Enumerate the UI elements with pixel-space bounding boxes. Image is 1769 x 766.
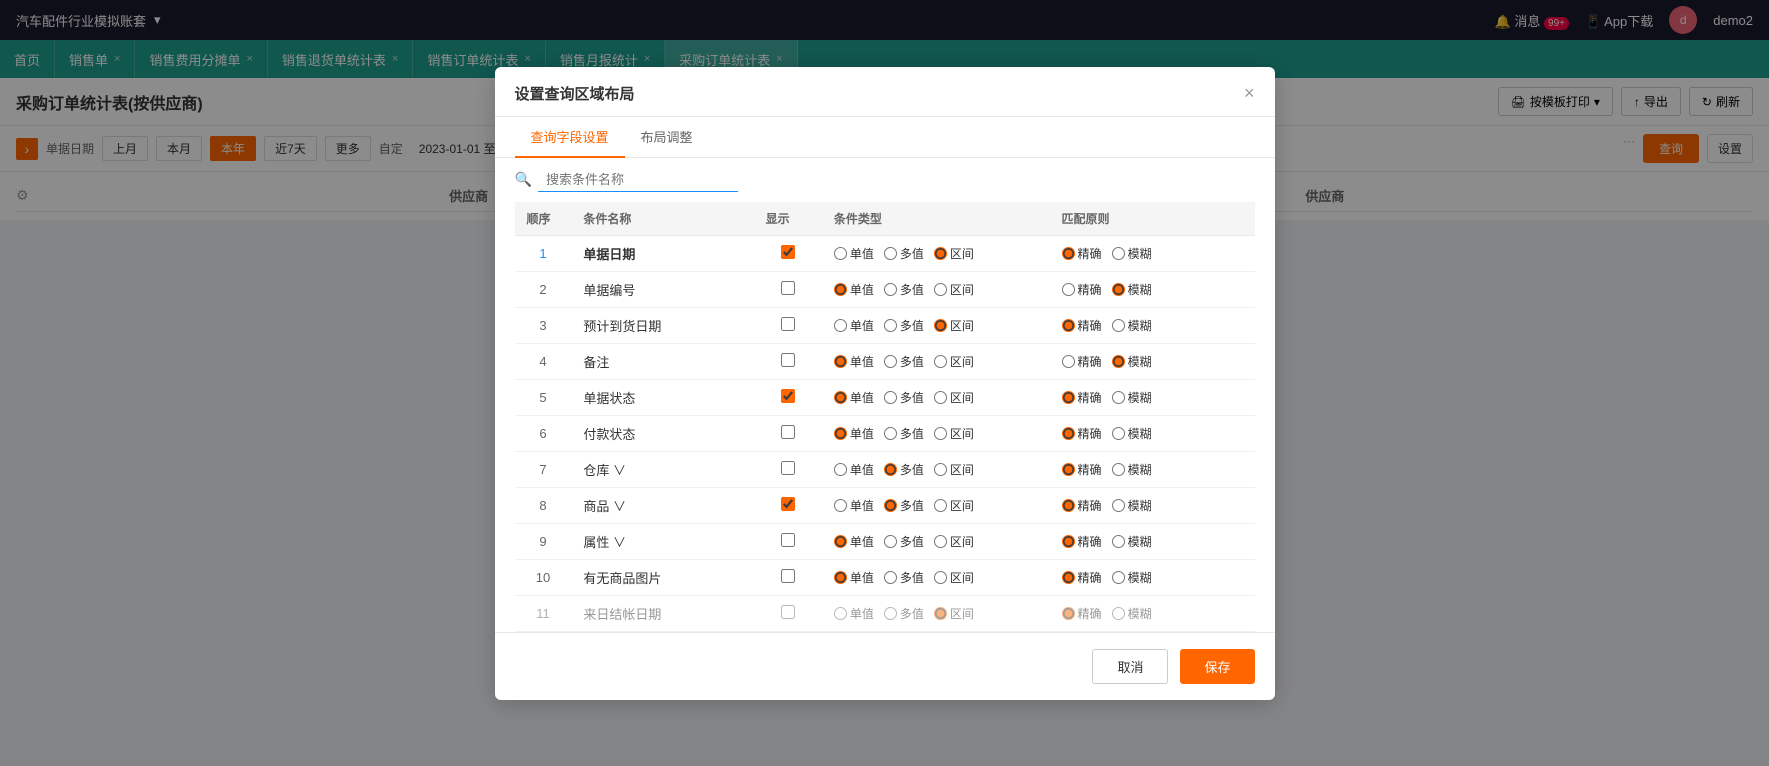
row-type-radios[interactable]: 单值多值区间 xyxy=(822,559,1050,595)
row-name: 单据日期 xyxy=(571,235,753,271)
search-box: 🔍 xyxy=(495,158,1275,202)
modal-table: 顺序 条件名称 显示 条件类型 匹配原则 1单据日期单值多值区间精确模糊2单据编… xyxy=(495,202,1275,632)
save-button[interactable]: 保存 xyxy=(1180,649,1254,684)
row-index: 11 xyxy=(515,595,572,631)
cancel-button[interactable]: 取消 xyxy=(1092,649,1168,684)
row-index: 3 xyxy=(515,307,572,343)
row-name: 属性 ∨ xyxy=(571,523,753,559)
row-index: 5 xyxy=(515,379,572,415)
row-type-radios[interactable]: 单值多值区间 xyxy=(822,415,1050,451)
row-match-radios[interactable]: 精确模糊 xyxy=(1050,451,1255,487)
th-type: 条件类型 xyxy=(822,202,1050,236)
row-match-radios[interactable]: 精确模糊 xyxy=(1050,307,1255,343)
row-index: 10 xyxy=(515,559,572,595)
row-type-radios[interactable]: 单值多值区间 xyxy=(822,379,1050,415)
modal-overlay: 设置查询区域布局 × 查询字段设置 布局调整 🔍 顺序 条件名称 xyxy=(0,0,1769,766)
row-type-radios[interactable]: 单值多值区间 xyxy=(822,451,1050,487)
modal-close-button[interactable]: × xyxy=(1244,84,1255,102)
row-match-radios[interactable]: 精确模糊 xyxy=(1050,235,1255,271)
row-show-checkbox[interactable] xyxy=(754,595,822,631)
row-match-radios[interactable]: 精确模糊 xyxy=(1050,523,1255,559)
row-show-checkbox[interactable] xyxy=(754,343,822,379)
search-icon: 🔍 xyxy=(515,171,532,188)
row-show-checkbox[interactable] xyxy=(754,487,822,523)
modal-tabs: 查询字段设置 布局调整 xyxy=(495,117,1275,158)
row-type-radios[interactable]: 单值多值区间 xyxy=(822,487,1050,523)
row-match-radios[interactable]: 精确模糊 xyxy=(1050,487,1255,523)
row-show-checkbox[interactable] xyxy=(754,559,822,595)
row-show-checkbox[interactable] xyxy=(754,451,822,487)
row-match-radios[interactable]: 精确模糊 xyxy=(1050,595,1255,631)
row-show-checkbox[interactable] xyxy=(754,415,822,451)
row-name: 付款状态 xyxy=(571,415,753,451)
row-show-checkbox[interactable] xyxy=(754,235,822,271)
row-index: 9 xyxy=(515,523,572,559)
modal-dialog: 设置查询区域布局 × 查询字段设置 布局调整 🔍 顺序 条件名称 xyxy=(495,67,1275,700)
th-name: 条件名称 xyxy=(571,202,753,236)
row-index: 6 xyxy=(515,415,572,451)
search-input[interactable] xyxy=(538,168,738,192)
modal-title: 设置查询区域布局 xyxy=(515,83,635,104)
row-type-radios[interactable]: 单值多值区间 xyxy=(822,343,1050,379)
row-name: 仓库 ∨ xyxy=(571,451,753,487)
row-match-radios[interactable]: 精确模糊 xyxy=(1050,343,1255,379)
row-type-radios[interactable]: 单值多值区间 xyxy=(822,271,1050,307)
modal-tab-layout[interactable]: 布局调整 xyxy=(625,117,709,158)
row-match-radios[interactable]: 精确模糊 xyxy=(1050,271,1255,307)
row-name: 单据状态 xyxy=(571,379,753,415)
modal-tab-fields[interactable]: 查询字段设置 xyxy=(515,117,625,158)
th-order: 顺序 xyxy=(515,202,572,236)
row-show-checkbox[interactable] xyxy=(754,523,822,559)
modal-footer: 取消 保存 xyxy=(495,632,1275,700)
modal-header: 设置查询区域布局 × xyxy=(495,67,1275,117)
row-match-radios[interactable]: 精确模糊 xyxy=(1050,379,1255,415)
row-name: 备注 xyxy=(571,343,753,379)
row-match-radios[interactable]: 精确模糊 xyxy=(1050,415,1255,451)
row-name: 预计到货日期 xyxy=(571,307,753,343)
row-type-radios[interactable]: 单值多值区间 xyxy=(822,235,1050,271)
row-name: 来日结帐日期 xyxy=(571,595,753,631)
th-match: 匹配原则 xyxy=(1050,202,1255,236)
row-show-checkbox[interactable] xyxy=(754,271,822,307)
row-show-checkbox[interactable] xyxy=(754,307,822,343)
row-match-radios[interactable]: 精确模糊 xyxy=(1050,559,1255,595)
row-name: 有无商品图片 xyxy=(571,559,753,595)
row-name: 单据编号 xyxy=(571,271,753,307)
row-index: 2 xyxy=(515,271,572,307)
row-index: 4 xyxy=(515,343,572,379)
row-name: 商品 ∨ xyxy=(571,487,753,523)
row-index: 8 xyxy=(515,487,572,523)
row-index: 7 xyxy=(515,451,572,487)
th-show: 显示 xyxy=(754,202,822,236)
row-index: 1 xyxy=(515,235,572,271)
row-type-radios[interactable]: 单值多值区间 xyxy=(822,523,1050,559)
row-type-radios[interactable]: 单值多值区间 xyxy=(822,307,1050,343)
row-show-checkbox[interactable] xyxy=(754,379,822,415)
row-type-radios[interactable]: 单值多值区间 xyxy=(822,595,1050,631)
